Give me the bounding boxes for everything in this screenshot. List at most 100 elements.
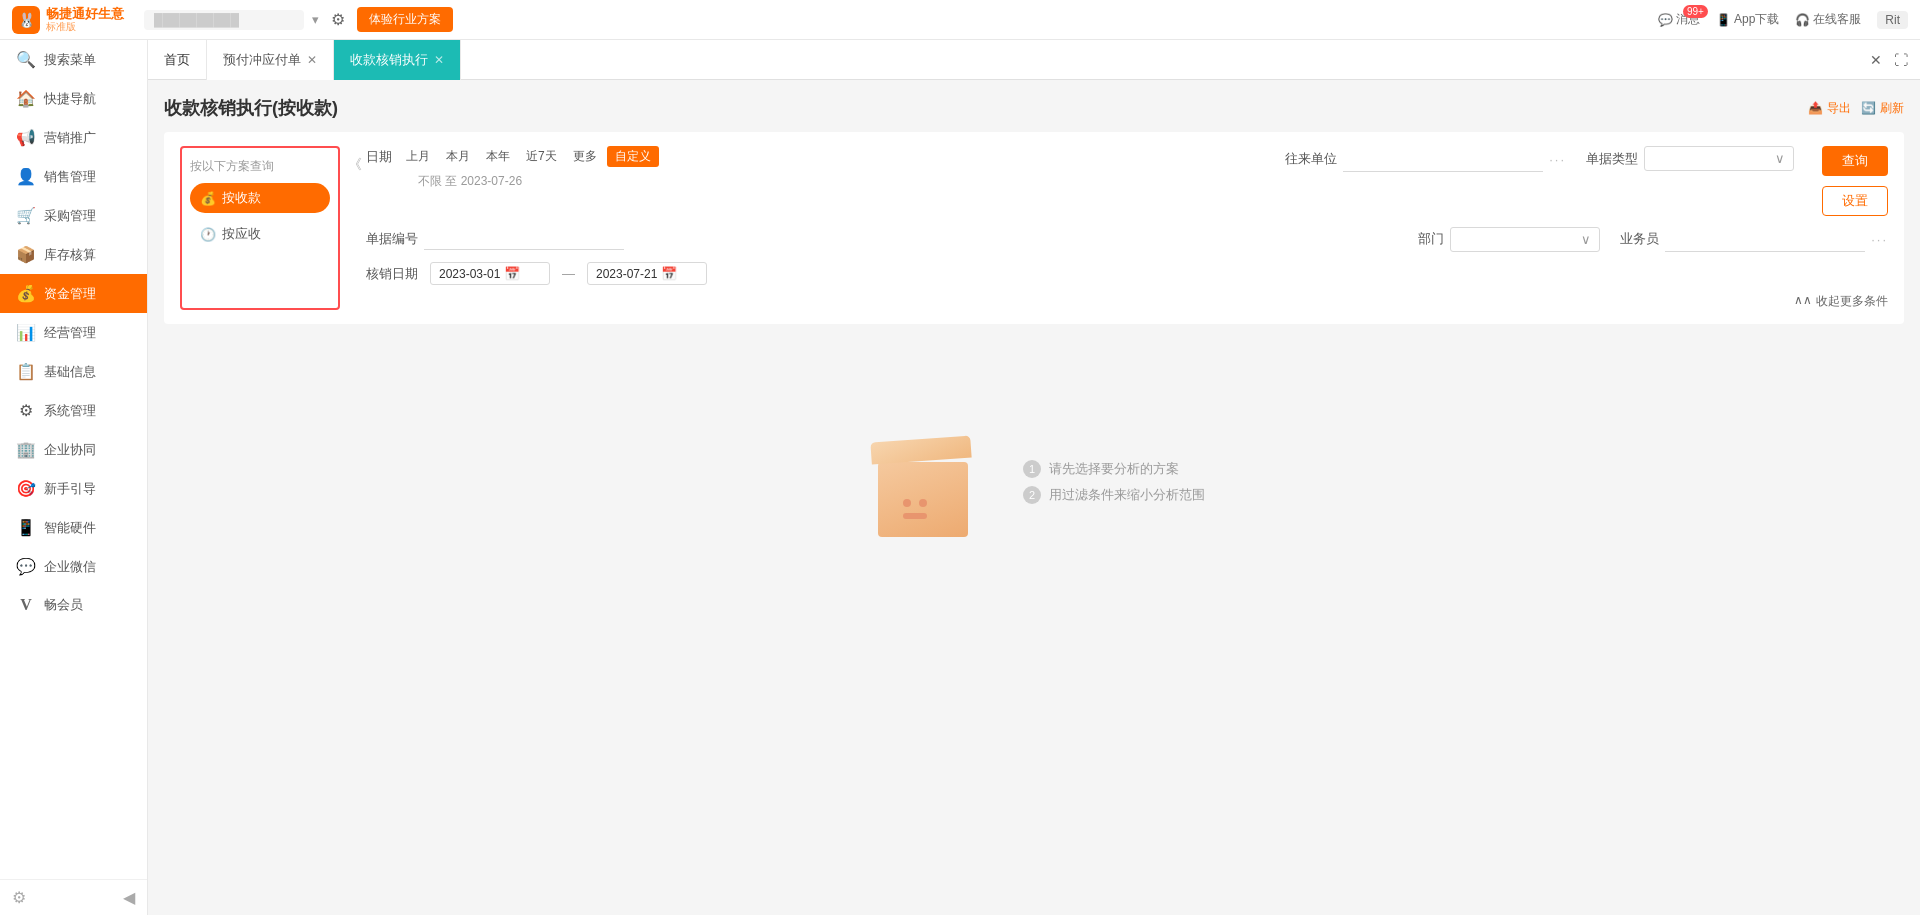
party-input[interactable]: [1343, 146, 1543, 172]
sidebar-item-marketing[interactable]: 📢 营销推广: [0, 118, 147, 157]
sidebar-item-member[interactable]: V 畅会员: [0, 586, 147, 624]
verify-start-date[interactable]: 2023-03-01 📅: [430, 262, 550, 285]
page-title: 收款核销执行(按收款): [164, 96, 338, 120]
verify-end-value: 2023-07-21: [596, 267, 657, 281]
user-menu[interactable]: Rit: [1877, 11, 1908, 29]
sidebar-collapse-icon[interactable]: ◀: [123, 888, 135, 907]
collapse-more-icon: ∧∧: [1794, 293, 1812, 310]
dept-arrow: ∨: [1581, 232, 1591, 247]
sidebar-item-enterprise[interactable]: 🏢 企业协同: [0, 430, 147, 469]
party-dots[interactable]: ···: [1549, 152, 1566, 167]
date-label: 日期: [366, 148, 392, 166]
tip-1-number: 1: [1023, 460, 1041, 478]
sidebar-item-purchase[interactable]: 🛒 采购管理: [0, 196, 147, 235]
tab-collection-close[interactable]: ✕: [434, 53, 444, 67]
app-logo: 🐰 畅捷通好生意 标准版: [12, 6, 124, 34]
tab-expand-button[interactable]: ⛶: [1890, 48, 1912, 72]
topbar-search[interactable]: ██████████: [144, 10, 304, 30]
app-icon: 📱: [1716, 13, 1731, 27]
topbar-dropdown-icon[interactable]: ▾: [312, 12, 319, 27]
filter-option-by-receivable[interactable]: 🕐 按应收: [190, 219, 330, 249]
basic-info-icon: 📋: [16, 362, 36, 381]
filter-row-3: 核销日期 2023-03-01 📅 — 2023-07-21 📅: [366, 262, 1888, 285]
topbar-gear-icon[interactable]: ⚙: [331, 10, 345, 29]
sales-icon: 👤: [16, 167, 36, 186]
service-label: 在线客服: [1813, 11, 1861, 28]
date-option-last-month[interactable]: 上月: [400, 146, 436, 167]
sidebar-settings-icon[interactable]: ⚙: [12, 888, 26, 907]
sidebar-item-system[interactable]: ⚙ 系统管理: [0, 391, 147, 430]
sidebar-item-operations[interactable]: 📊 经营管理: [0, 313, 147, 352]
finance-icon: 💰: [16, 284, 36, 303]
collapse-more-row[interactable]: ∧∧ 收起更多条件: [366, 293, 1888, 310]
filter-panel: 按以下方案查询 💰 按收款 🕐 按应收 《: [164, 132, 1904, 324]
party-label: 往来单位: [1285, 150, 1337, 168]
doc-type-arrow: ∨: [1775, 151, 1785, 166]
tab-prepay-close[interactable]: ✕: [307, 53, 317, 67]
sidebar-item-finance[interactable]: 💰 资金管理: [0, 274, 147, 313]
setting-button[interactable]: 设置: [1822, 186, 1888, 216]
sidebar-item-wechat[interactable]: 💬 企业微信: [0, 547, 147, 586]
tab-close-all-button[interactable]: ✕: [1866, 48, 1886, 72]
sidebar-item-guide[interactable]: 🎯 新手引导: [0, 469, 147, 508]
filter-row-2: 单据编号 部门 ∨ 业务员: [366, 226, 1888, 252]
date-option-more[interactable]: 更多: [567, 146, 603, 167]
sidebar-item-search-menu[interactable]: 🔍 搜索菜单: [0, 40, 147, 79]
app-download-label: App下载: [1734, 11, 1779, 28]
enterprise-icon: 🏢: [16, 440, 36, 459]
staff-dots[interactable]: ···: [1871, 232, 1888, 247]
online-service-button[interactable]: 🎧 在线客服: [1795, 11, 1861, 28]
member-icon: V: [16, 596, 36, 614]
dept-label: 部门: [1418, 230, 1444, 248]
verify-end-calendar[interactable]: 📅: [661, 266, 677, 281]
sidebar-item-sales[interactable]: 👤 销售管理: [0, 157, 147, 196]
staff-input[interactable]: [1665, 226, 1865, 252]
doc-type-label: 单据类型: [1586, 150, 1638, 168]
sidebar-item-quick-nav[interactable]: 🏠 快捷导航: [0, 79, 147, 118]
by-collection-label: 按收款: [222, 189, 261, 207]
verify-start-calendar[interactable]: 📅: [504, 266, 520, 281]
sidebar-item-hardware[interactable]: 📱 智能硬件: [0, 508, 147, 547]
sidebar-item-label-sales: 销售管理: [44, 168, 96, 186]
date-filter-group: 日期 上月 本月 本年 近7天 更多 自定义 不限 至 2023-07-26: [366, 146, 819, 190]
dept-select[interactable]: ∨: [1450, 227, 1600, 252]
doc-no-input[interactable]: [424, 229, 624, 250]
tab-collection[interactable]: 收款核销执行 ✕: [334, 40, 461, 80]
date-option-last-7days[interactable]: 近7天: [520, 146, 563, 167]
sidebar-item-inventory[interactable]: 📦 库存核算: [0, 235, 147, 274]
guide-icon: 🎯: [16, 479, 36, 498]
date-option-custom[interactable]: 自定义: [607, 146, 659, 167]
filter-fields: 日期 上月 本月 本年 近7天 更多 自定义 不限 至 2023-07-26: [366, 146, 1888, 310]
search-menu-icon: 🔍: [16, 50, 36, 69]
hardware-icon: 📱: [16, 518, 36, 537]
verify-date-label: 核销日期: [366, 265, 418, 283]
solution-button[interactable]: 体验行业方案: [357, 7, 453, 32]
date-option-this-month[interactable]: 本月: [440, 146, 476, 167]
tab-prepay[interactable]: 预付冲应付单 ✕: [207, 40, 334, 80]
refresh-button[interactable]: 🔄 刷新: [1861, 100, 1904, 117]
doc-type-select[interactable]: ∨: [1644, 146, 1794, 171]
filter-option-by-collection[interactable]: 💰 按收款: [190, 183, 330, 213]
page-header: 收款核销执行(按收款) 📤 导出 🔄 刷新: [164, 96, 1904, 120]
date-option-this-year[interactable]: 本年: [480, 146, 516, 167]
sidebar-item-label-guide: 新手引导: [44, 480, 96, 498]
app-download-button[interactable]: 📱 App下载: [1716, 11, 1779, 28]
tab-bar-actions: ✕ ⛶: [1866, 48, 1920, 72]
party-filter-group: 往来单位 ···: [1285, 146, 1566, 172]
logo-main-text: 畅捷通好生意: [46, 6, 124, 22]
inventory-icon: 📦: [16, 245, 36, 264]
query-button[interactable]: 查询: [1822, 146, 1888, 176]
filter-collapse-button[interactable]: 《: [348, 146, 366, 310]
sidebar-item-basic-info[interactable]: 📋 基础信息: [0, 352, 147, 391]
tab-home[interactable]: 首页: [148, 40, 207, 80]
empty-tips: 1 请先选择要分析的方案 2 用过滤条件来缩小分析范围: [1023, 460, 1205, 504]
tip-1-text: 请先选择要分析的方案: [1049, 460, 1179, 478]
filter-options-panel: 按以下方案查询 💰 按收款 🕐 按应收: [180, 146, 340, 310]
staff-filter-group: 业务员 ···: [1620, 226, 1888, 252]
message-button[interactable]: 💬 消息 99+: [1658, 11, 1700, 28]
purchase-icon: 🛒: [16, 206, 36, 225]
message-icon: 💬: [1658, 13, 1673, 27]
verify-end-date[interactable]: 2023-07-21 📅: [587, 262, 707, 285]
sidebar-item-label-system: 系统管理: [44, 402, 96, 420]
export-button[interactable]: 📤 导出: [1808, 100, 1851, 117]
